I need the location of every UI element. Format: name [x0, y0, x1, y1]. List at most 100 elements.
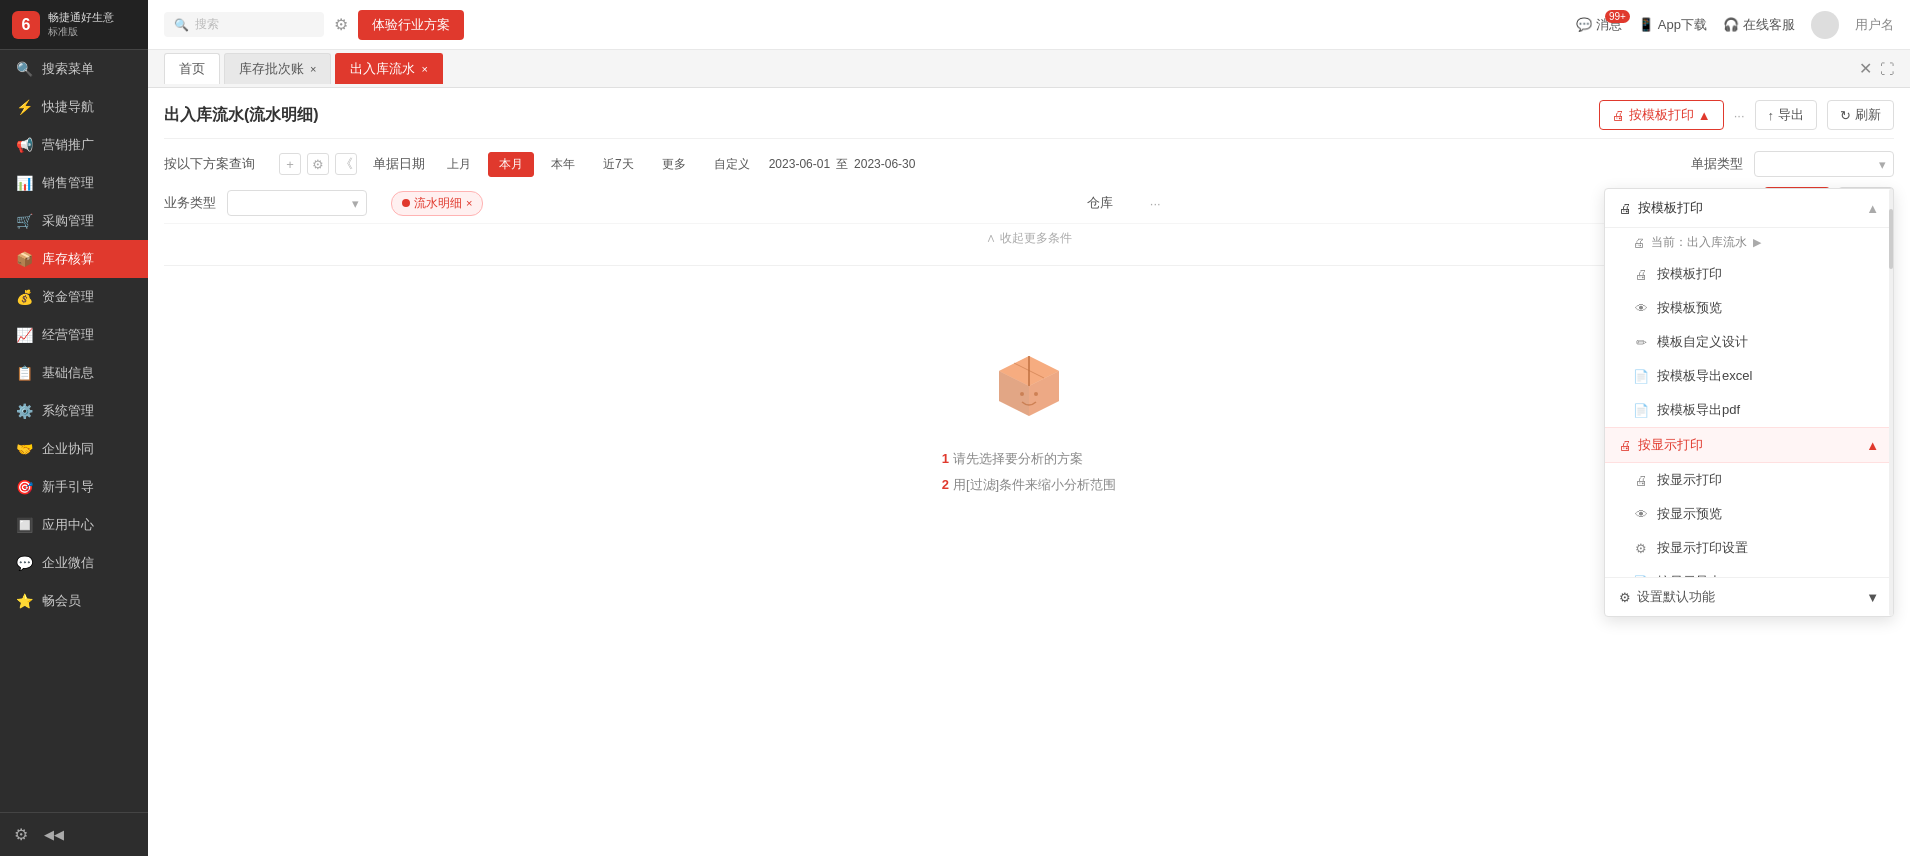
sidebar-item-vip[interactable]: ⭐ 畅会员 — [0, 582, 148, 620]
tab-expand-icon[interactable]: ⛶ — [1880, 61, 1894, 77]
page-content: 出入库流水(流水明细) 🖨 按模板打印 ▲ ··· ↑ 导出 ↻ 刷新 — [148, 88, 1910, 856]
tab-home[interactable]: 首页 — [164, 53, 220, 84]
wechat-icon: 💬 — [14, 555, 34, 571]
filter-scheme-label: 按以下方案查询 — [164, 155, 255, 173]
sidebar-item-inventory[interactable]: 📦 库存核算 — [0, 240, 148, 278]
filter-biz-type-label: 业务类型 — [164, 194, 219, 212]
flow-tag[interactable]: 流水明细 × — [391, 191, 483, 216]
dp-item-display-preview[interactable]: 👁 按显示预览 — [1605, 497, 1893, 531]
marketing-icon: 📢 — [14, 137, 34, 153]
online-service-btn[interactable]: 🎧 在线客服 — [1723, 16, 1795, 34]
dp-section2-icon: 🖨 — [1619, 438, 1632, 453]
sidebar-item-system[interactable]: ⚙️ 系统管理 — [0, 392, 148, 430]
filter-date-tabs: 上月 本月 本年 近7天 更多 自定义 — [436, 152, 761, 177]
sidebar-item-purchase[interactable]: 🛒 采购管理 — [0, 202, 148, 240]
topbar: 🔍 搜索 ⚙ 体验行业方案 💬 消息 99+ 📱 App下载 🎧 在线客服 用户… — [148, 0, 1910, 50]
print-btn[interactable]: 🖨 按模板打印 ▲ — [1599, 100, 1724, 130]
filter-biz-type-wrap — [227, 190, 367, 216]
filter-date-7days[interactable]: 近7天 — [592, 152, 645, 177]
dp-current-arrow: ▶ — [1753, 236, 1761, 249]
sidebar-item-wechat[interactable]: 💬 企业微信 — [0, 544, 148, 582]
app-logo-icon: 6 — [12, 11, 40, 39]
sidebar-item-quicknav[interactable]: ⚡ 快捷导航 — [0, 88, 148, 126]
messages-btn[interactable]: 💬 消息 99+ — [1576, 16, 1622, 34]
collab-icon: 🤝 — [14, 441, 34, 457]
sidebar-item-collab[interactable]: 🤝 企业协同 — [0, 430, 148, 468]
dp-template-pdf-icon: 📄 — [1633, 403, 1649, 418]
filter-doc-type-label: 单据类型 — [1691, 155, 1746, 173]
dp-item-display-settings[interactable]: ⚙ 按显示打印设置 — [1605, 531, 1893, 565]
messages-badge: 99+ — [1605, 10, 1630, 23]
topbar-gear-icon[interactable]: ⚙ — [334, 15, 348, 34]
dp-arrow-up[interactable]: ▲ — [1866, 201, 1879, 216]
filter-date-prev-month[interactable]: 上月 — [436, 152, 482, 177]
refresh-btn[interactable]: ↻ 刷新 — [1827, 100, 1894, 130]
phone-icon: 📱 — [1638, 17, 1654, 32]
industry-btn[interactable]: 体验行业方案 — [358, 10, 464, 40]
dp-current-section: 🖨 当前：出入库流水 ▶ — [1605, 228, 1893, 257]
dp-display-preview-icon: 👁 — [1633, 507, 1649, 522]
empty-box-icon — [989, 346, 1069, 426]
user-name-label: 用户名 — [1855, 16, 1894, 34]
filter-biz-type-select[interactable] — [227, 190, 367, 216]
topbar-search-placeholder: 搜索 — [195, 16, 219, 33]
sidebar-item-sales[interactable]: 📊 销售管理 — [0, 164, 148, 202]
export-btn[interactable]: ↑ 导出 — [1755, 100, 1818, 130]
sidebar-collapse-icon[interactable]: ◀◀ — [44, 827, 64, 842]
more-options-icon[interactable]: ··· — [1734, 108, 1745, 123]
sidebar-item-guide[interactable]: 🎯 新手引导 — [0, 468, 148, 506]
online-service-label: 在线客服 — [1743, 16, 1795, 34]
sidebar-settings-icon[interactable]: ⚙ — [14, 825, 28, 844]
filter-settings-btn[interactable]: ⚙ — [307, 153, 329, 175]
sidebar-item-search[interactable]: 🔍 搜索菜单 — [0, 50, 148, 88]
print-icon: 🖨 — [1612, 108, 1625, 123]
tab-batch[interactable]: 库存批次账 × — [224, 53, 331, 84]
sidebar-item-operation[interactable]: 📈 经营管理 — [0, 316, 148, 354]
filter-date-custom[interactable]: 自定义 — [703, 152, 761, 177]
dp-display-excel-icon: 📄 — [1633, 575, 1649, 578]
tab-flow[interactable]: 出入库流水 × — [335, 53, 442, 84]
dp-item-template-print[interactable]: 🖨 按模板打印 — [1605, 257, 1893, 291]
sidebar-item-basic[interactable]: 📋 基础信息 — [0, 354, 148, 392]
dp-template-preview-icon: 👁 — [1633, 301, 1649, 316]
dp-item-template-custom[interactable]: ✏ 模板自定义设计 — [1605, 325, 1893, 359]
sidebar-item-appcenter[interactable]: 🔲 应用中心 — [0, 506, 148, 544]
filter-date-cur-month[interactable]: 本月 — [488, 152, 534, 177]
app-download-btn[interactable]: 📱 App下载 — [1638, 16, 1707, 34]
tab-batch-close[interactable]: × — [310, 63, 316, 75]
page-header: 出入库流水(流水明细) 🖨 按模板打印 ▲ ··· ↑ 导出 ↻ 刷新 — [164, 88, 1894, 139]
filter-date-year[interactable]: 本年 — [540, 152, 586, 177]
dp-section2-collapse[interactable]: ▲ — [1866, 438, 1879, 453]
tab-flow-label: 出入库流水 — [350, 60, 415, 78]
filter-doc-type-select[interactable] — [1754, 151, 1894, 177]
filter-add-btn[interactable]: + — [279, 153, 301, 175]
dp-title: 🖨 按模板打印 — [1619, 199, 1703, 217]
filter-biz-type-field: 业务类型 — [164, 190, 367, 216]
flow-tag-close[interactable]: × — [466, 197, 472, 209]
dp-section2-header[interactable]: 🖨 按显示打印 ▲ — [1605, 427, 1893, 463]
print-chevron-up: ▲ — [1698, 108, 1711, 123]
sidebar-item-finance[interactable]: 💰 资金管理 — [0, 278, 148, 316]
sidebar-item-marketing[interactable]: 📢 营销推广 — [0, 126, 148, 164]
dp-template-excel-icon: 📄 — [1633, 369, 1649, 384]
filter-warehouse-more[interactable]: ··· — [1150, 196, 1161, 211]
topbar-search-box[interactable]: 🔍 搜索 — [164, 12, 324, 37]
filter-date-label: 单据日期 — [373, 155, 428, 173]
scrollbar-thumb[interactable] — [1889, 209, 1893, 269]
page-title: 出入库流水(流水明细) — [164, 105, 319, 126]
dp-item-display-excel[interactable]: 📄 按显示导出excel — [1605, 565, 1893, 577]
filter-warehouse-field: 仓库 ··· — [1087, 194, 1161, 212]
tab-close-all-icon[interactable]: ✕ — [1859, 59, 1872, 78]
app-name: 畅捷通好生意 标准版 — [48, 10, 114, 38]
filter-date-more[interactable]: 更多 — [651, 152, 697, 177]
tab-flow-close[interactable]: × — [421, 63, 427, 75]
dp-item-display-print[interactable]: 🖨 按显示打印 — [1605, 463, 1893, 497]
dp-item-template-pdf[interactable]: 📄 按模板导出pdf — [1605, 393, 1893, 427]
user-avatar[interactable] — [1811, 11, 1839, 39]
filter-collapse-btn[interactable]: 《 — [335, 153, 357, 175]
dp-item-template-excel[interactable]: 📄 按模板导出excel — [1605, 359, 1893, 393]
dp-footer[interactable]: ⚙ 设置默认功能 ▼ — [1605, 577, 1893, 616]
dp-item-template-preview[interactable]: 👁 按模板预览 — [1605, 291, 1893, 325]
filter-warehouse-label: 仓库 — [1087, 194, 1142, 212]
filter-date-field: 单据日期 上月 本月 本年 近7天 更多 自定义 2023-06-01 至 — [373, 152, 915, 177]
